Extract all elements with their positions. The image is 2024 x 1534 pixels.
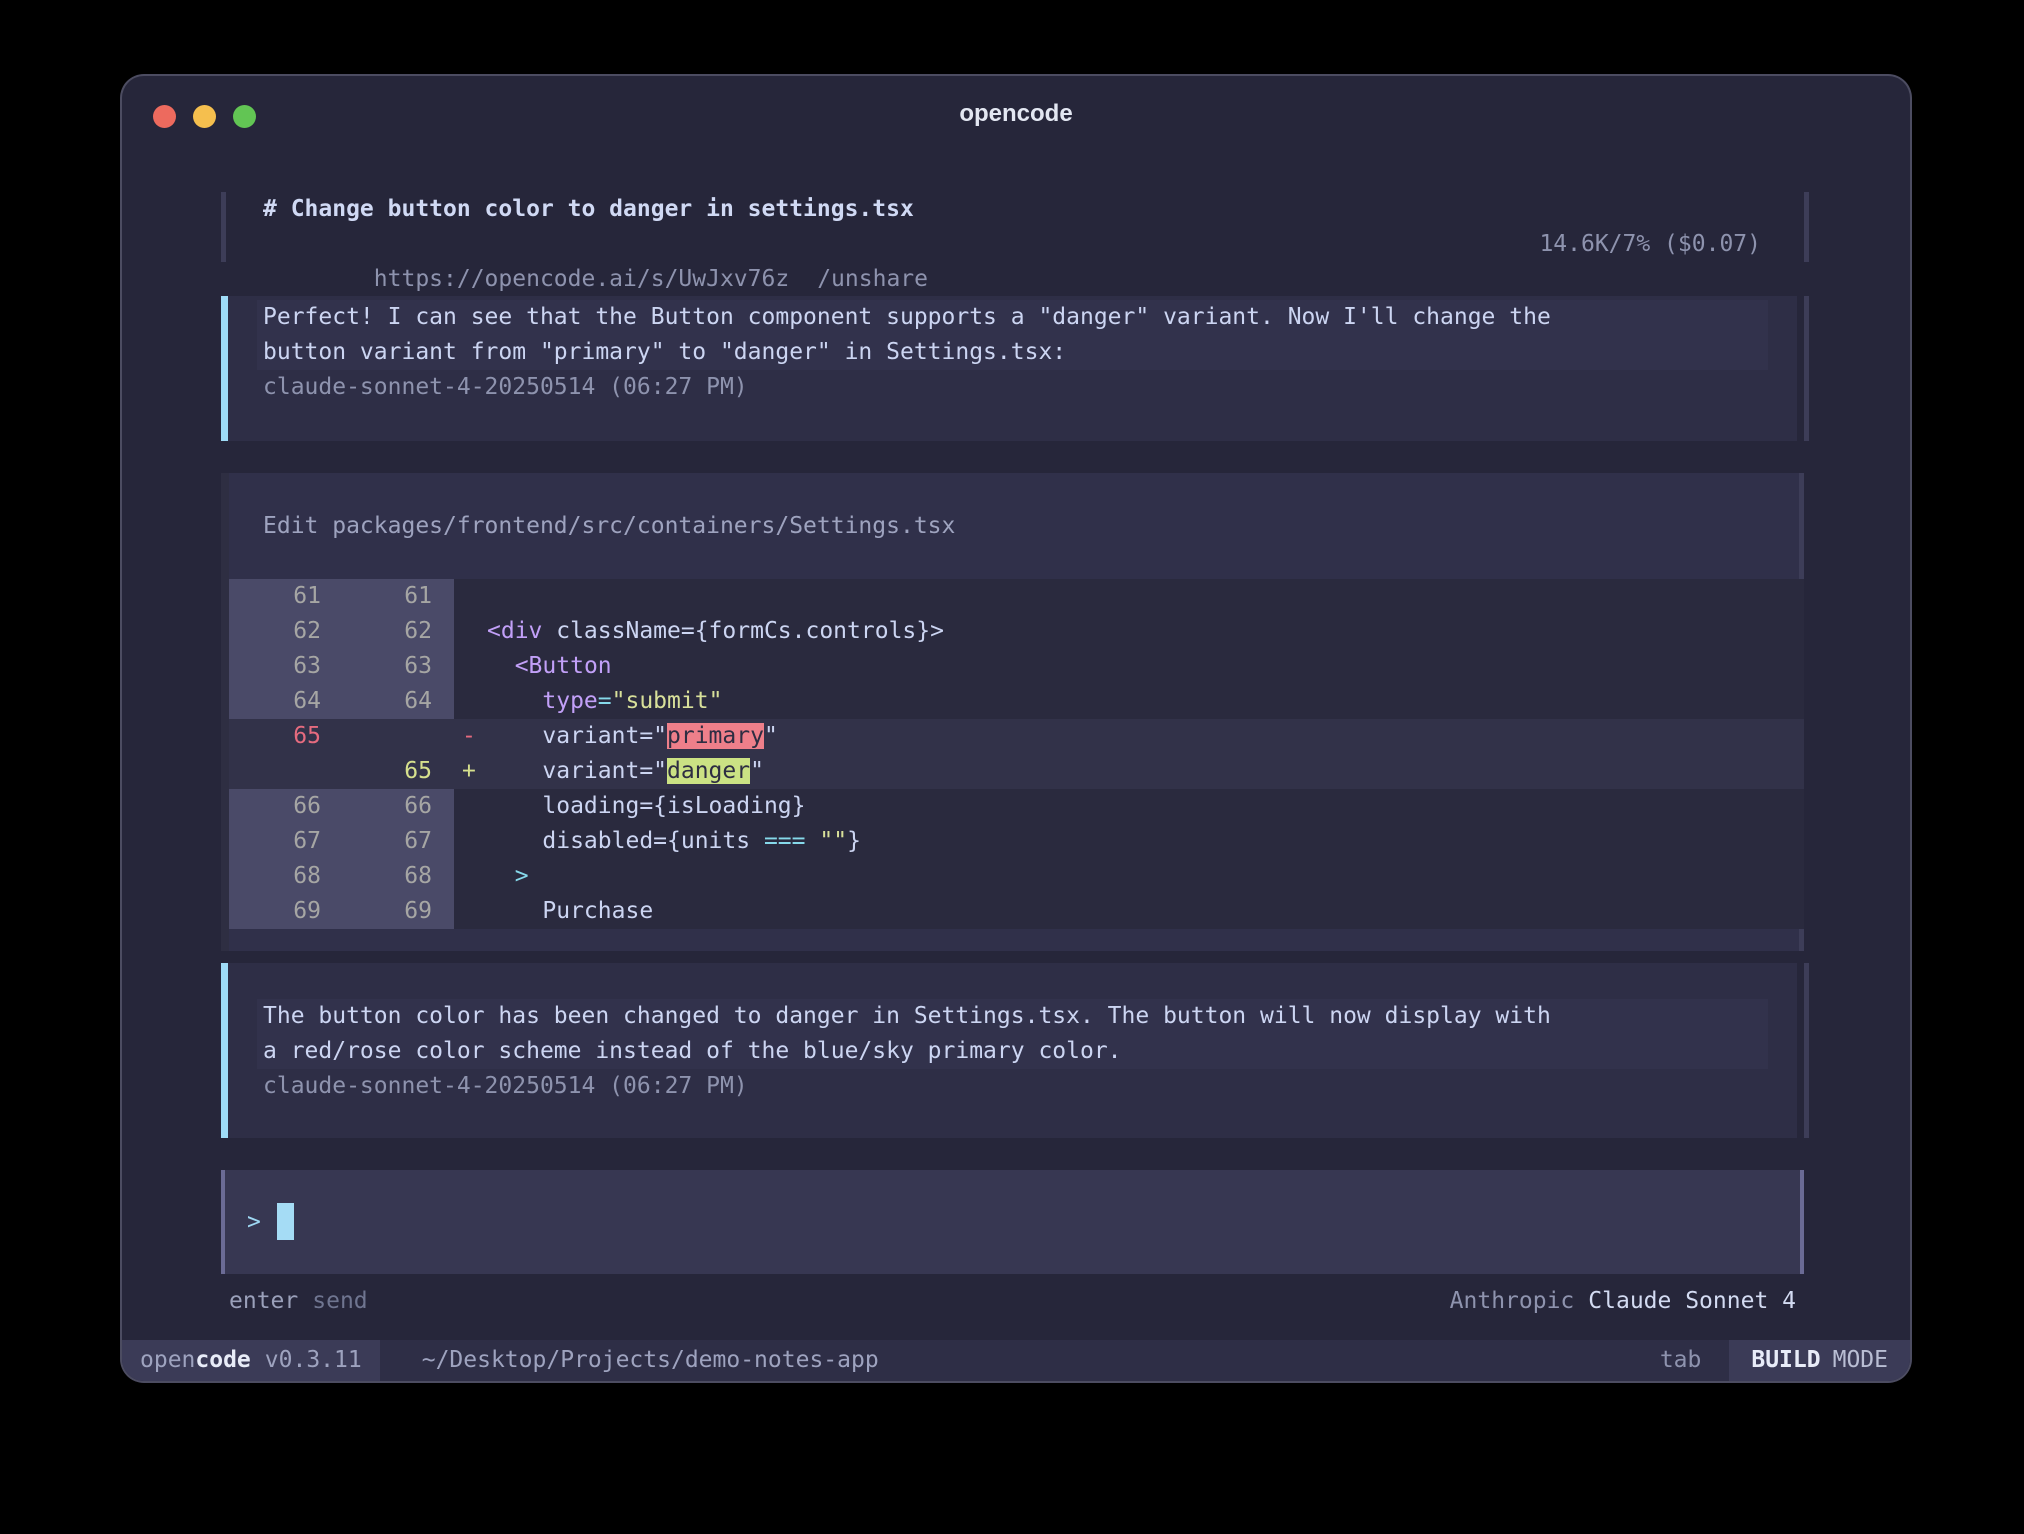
line-number-new: 67: [321, 824, 432, 859]
assistant-message: Perfect! I can see that the Button compo…: [221, 296, 1804, 441]
diff-row: 6363 <Button: [229, 649, 1804, 684]
token-usage: 14.6K/7% ($0.07): [1539, 227, 1761, 262]
code-line: <Button: [480, 649, 612, 684]
line-number-old: 69: [229, 894, 321, 929]
brand-code: code: [195, 1347, 250, 1373]
line-number-old: 64: [229, 684, 321, 719]
diff-marker: [454, 649, 480, 684]
mode-badge: BUILD MODE: [1729, 1340, 1910, 1381]
text-cursor: [277, 1203, 294, 1240]
code-line: Purchase: [480, 894, 653, 929]
line-number-new: 66: [321, 789, 432, 824]
line-number-new: 63: [321, 649, 432, 684]
keybind-enter: enter: [229, 1288, 298, 1314]
code-line: >: [480, 859, 529, 894]
line-number-new: [321, 719, 432, 754]
header-right-rule: [1804, 192, 1809, 262]
diff-row: 6666 loading={isLoading}: [229, 789, 1804, 824]
diff-row: 6969 Purchase: [229, 894, 1804, 929]
session-header: # Change button color to danger in setti…: [221, 189, 1804, 273]
line-number-old: [229, 754, 321, 789]
diff-row: 6262 <div className={formCs.controls}>: [229, 614, 1804, 649]
line-number-new: 68: [321, 859, 432, 894]
mode-name: BUILD: [1751, 1347, 1820, 1373]
line-number-old: 67: [229, 824, 321, 859]
message-line: a red/rose color scheme instead of the b…: [263, 1034, 1762, 1069]
message-paragraph: Perfect! I can see that the Button compo…: [257, 300, 1768, 370]
line-number-new: 69: [321, 894, 432, 929]
prompt-symbol: >: [247, 1204, 261, 1240]
line-number-old: 68: [229, 859, 321, 894]
opencode-window: opencode # Change button color to danger…: [120, 74, 1912, 1383]
message-line: The button color has been changed to dan…: [263, 999, 1762, 1034]
input-right-rule: [1800, 1170, 1804, 1274]
line-number-new: 65: [321, 754, 432, 789]
mode-switch-keybind: tab: [1660, 1340, 1702, 1381]
status-bar: opencode v0.3.11 ~/Desktop/Projects/demo-…: [122, 1340, 1910, 1381]
message-right-rule: [1804, 296, 1809, 441]
diff-marker: [454, 824, 480, 859]
message-right-rule: [1804, 963, 1809, 1138]
line-number-old: 65: [229, 719, 321, 754]
diff-marker: [454, 859, 480, 894]
share-url-link[interactable]: https://opencode.ai/s/UwJxv76z: [374, 266, 789, 292]
code-line: type="submit": [480, 684, 722, 719]
code-line: variant="danger": [480, 754, 764, 789]
session-title: # Change button color to danger in setti…: [263, 192, 1804, 227]
diff-marker: [454, 579, 480, 614]
app-version-chip: opencode v0.3.11: [122, 1340, 380, 1381]
code-line: loading={isLoading}: [480, 789, 806, 824]
line-number-old: 61: [229, 579, 321, 614]
line-number-old: 63: [229, 649, 321, 684]
window-title: opencode: [122, 100, 1910, 128]
titlebar: opencode: [122, 76, 1910, 146]
diff-row: 6868 >: [229, 859, 1804, 894]
line-number-old: 66: [229, 789, 321, 824]
input-hints-row: enter send Anthropic Claude Sonnet 4: [221, 1284, 1804, 1319]
keybind-action: send: [312, 1288, 367, 1314]
line-number-old: 62: [229, 614, 321, 649]
input-left-rule: [221, 1170, 225, 1274]
edit-tool-card: Edit packages/frontend/src/containers/Se…: [221, 473, 1804, 951]
edit-file-title: Edit packages/frontend/src/containers/Se…: [221, 473, 1804, 544]
model-timestamp: claude-sonnet-4-20250514 (06:27 PM): [257, 370, 1768, 405]
line-number-new: 62: [321, 614, 432, 649]
diff-row: 65 - variant="primary": [229, 719, 1804, 754]
message-line: Perfect! I can see that the Button compo…: [263, 300, 1762, 335]
working-directory: ~/Desktop/Projects/demo-notes-app: [422, 1340, 879, 1381]
app-version: v0.3.11: [265, 1347, 362, 1373]
brand-open: open: [140, 1347, 195, 1373]
diff-row: 6464 type="submit": [229, 684, 1804, 719]
message-line: button variant from "primary" to "danger…: [263, 335, 1762, 370]
diff-marker: +: [454, 754, 480, 789]
line-number-new: 61: [321, 579, 432, 614]
diff-row: 65 + variant="danger": [229, 754, 1804, 789]
message-paragraph: The button color has been changed to dan…: [257, 999, 1768, 1069]
edit-left-rule: [221, 473, 229, 951]
chat-input[interactable]: >: [221, 1170, 1804, 1274]
assistant-message: The button color has been changed to dan…: [221, 963, 1804, 1138]
diff-marker: [454, 614, 480, 649]
diff-row: 6161: [229, 579, 1804, 614]
diff-marker: [454, 789, 480, 824]
code-line: variant="primary": [480, 719, 778, 754]
model-timestamp: claude-sonnet-4-20250514 (06:27 PM): [257, 1069, 1768, 1104]
diff-row: 6767 disabled={units === ""}: [229, 824, 1804, 859]
code-line: disabled={units === ""}: [480, 824, 861, 859]
model-name: Claude Sonnet 4: [1588, 1288, 1796, 1314]
diff-marker: -: [454, 719, 480, 754]
diff-view: 61616262 <div className={formCs.controls}…: [229, 579, 1804, 929]
provider-name: Anthropic: [1450, 1288, 1575, 1314]
unshare-command[interactable]: /unshare: [817, 266, 928, 292]
diff-marker: [454, 684, 480, 719]
code-line: [480, 579, 487, 614]
mode-suffix: MODE: [1833, 1347, 1888, 1373]
code-line: <div className={formCs.controls}>: [480, 614, 944, 649]
line-number-new: 64: [321, 684, 432, 719]
diff-marker: [454, 894, 480, 929]
